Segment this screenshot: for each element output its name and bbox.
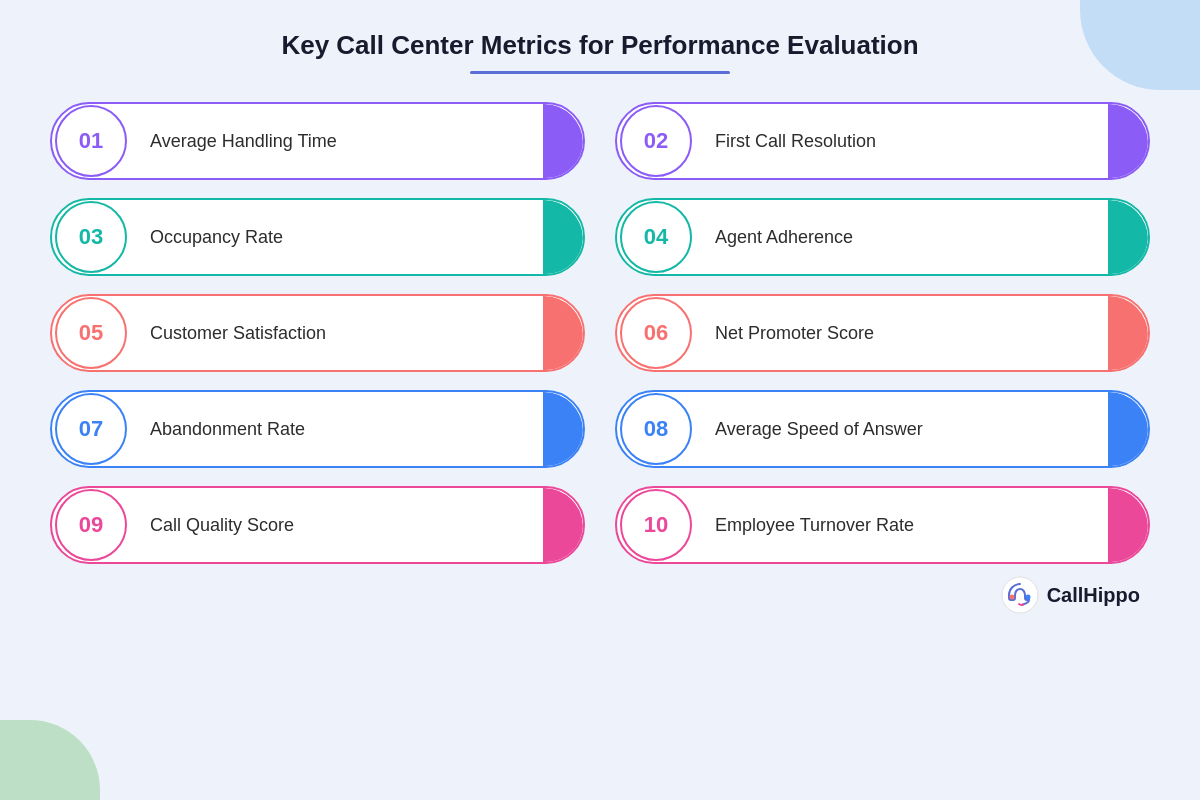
metric-number-02: 02 — [620, 105, 692, 177]
metric-accent-02 — [1108, 104, 1148, 180]
metric-card-03: 03Occupancy Rate — [50, 198, 585, 276]
logo-text: CallHippo — [1047, 584, 1140, 607]
metric-wrapper-06: 06Net Promoter Score — [615, 294, 1150, 372]
page-title: Key Call Center Metrics for Performance … — [281, 30, 918, 61]
metric-card-01: 01Average Handling Time — [50, 102, 585, 180]
callhippo-logo-icon — [1001, 576, 1039, 614]
metric-wrapper-03: 03Occupancy Rate — [50, 198, 585, 276]
metric-card-09: 09Call Quality Score — [50, 486, 585, 564]
metric-number-01: 01 — [55, 105, 127, 177]
metric-card-08: 08Average Speed of Answer — [615, 390, 1150, 468]
svg-point-0 — [1002, 577, 1038, 613]
logo-section: CallHippo — [1001, 576, 1140, 614]
metric-number-06: 06 — [620, 297, 692, 369]
metric-accent-04 — [1108, 200, 1148, 276]
metric-card-05: 05Customer Satisfaction — [50, 294, 585, 372]
metric-label-04: Agent Adherence — [695, 227, 1148, 248]
metric-accent-09 — [543, 488, 583, 564]
metric-number-03: 03 — [55, 201, 127, 273]
metric-accent-03 — [543, 200, 583, 276]
metric-label-02: First Call Resolution — [695, 131, 1148, 152]
metric-accent-08 — [1108, 392, 1148, 468]
metric-wrapper-10: 10Employee Turnover Rate — [615, 486, 1150, 564]
metric-number-08: 08 — [620, 393, 692, 465]
svg-point-2 — [1025, 595, 1030, 600]
metric-number-09: 09 — [55, 489, 127, 561]
metric-label-01: Average Handling Time — [130, 131, 583, 152]
metric-wrapper-07: 07Abandonment Rate — [50, 390, 585, 468]
metric-label-10: Employee Turnover Rate — [695, 515, 1148, 536]
metric-label-06: Net Promoter Score — [695, 323, 1148, 344]
metric-wrapper-09: 09Call Quality Score — [50, 486, 585, 564]
metric-accent-10 — [1108, 488, 1148, 564]
metric-card-07: 07Abandonment Rate — [50, 390, 585, 468]
metric-wrapper-01: 01Average Handling Time — [50, 102, 585, 180]
metric-accent-05 — [543, 296, 583, 372]
metric-accent-01 — [543, 104, 583, 180]
metric-accent-07 — [543, 392, 583, 468]
metric-number-07: 07 — [55, 393, 127, 465]
metric-number-10: 10 — [620, 489, 692, 561]
metric-wrapper-08: 08Average Speed of Answer — [615, 390, 1150, 468]
metric-card-02: 02First Call Resolution — [615, 102, 1150, 180]
metric-label-08: Average Speed of Answer — [695, 419, 1148, 440]
metric-label-03: Occupancy Rate — [130, 227, 583, 248]
title-section: Key Call Center Metrics for Performance … — [281, 30, 918, 94]
metrics-grid: 01Average Handling Time 02First Call Reso… — [50, 102, 1150, 564]
metric-wrapper-05: 05Customer Satisfaction — [50, 294, 585, 372]
metric-label-07: Abandonment Rate — [130, 419, 583, 440]
metric-number-05: 05 — [55, 297, 127, 369]
metric-wrapper-02: 02First Call Resolution — [615, 102, 1150, 180]
metric-card-06: 06Net Promoter Score — [615, 294, 1150, 372]
metric-number-04: 04 — [620, 201, 692, 273]
page-container: Key Call Center Metrics for Performance … — [0, 0, 1200, 800]
metric-label-05: Customer Satisfaction — [130, 323, 583, 344]
title-underline — [470, 71, 730, 74]
metric-wrapper-04: 04Agent Adherence — [615, 198, 1150, 276]
metric-card-10: 10Employee Turnover Rate — [615, 486, 1150, 564]
metric-accent-06 — [1108, 296, 1148, 372]
metric-card-04: 04Agent Adherence — [615, 198, 1150, 276]
metric-label-09: Call Quality Score — [130, 515, 583, 536]
svg-point-1 — [1009, 595, 1014, 600]
